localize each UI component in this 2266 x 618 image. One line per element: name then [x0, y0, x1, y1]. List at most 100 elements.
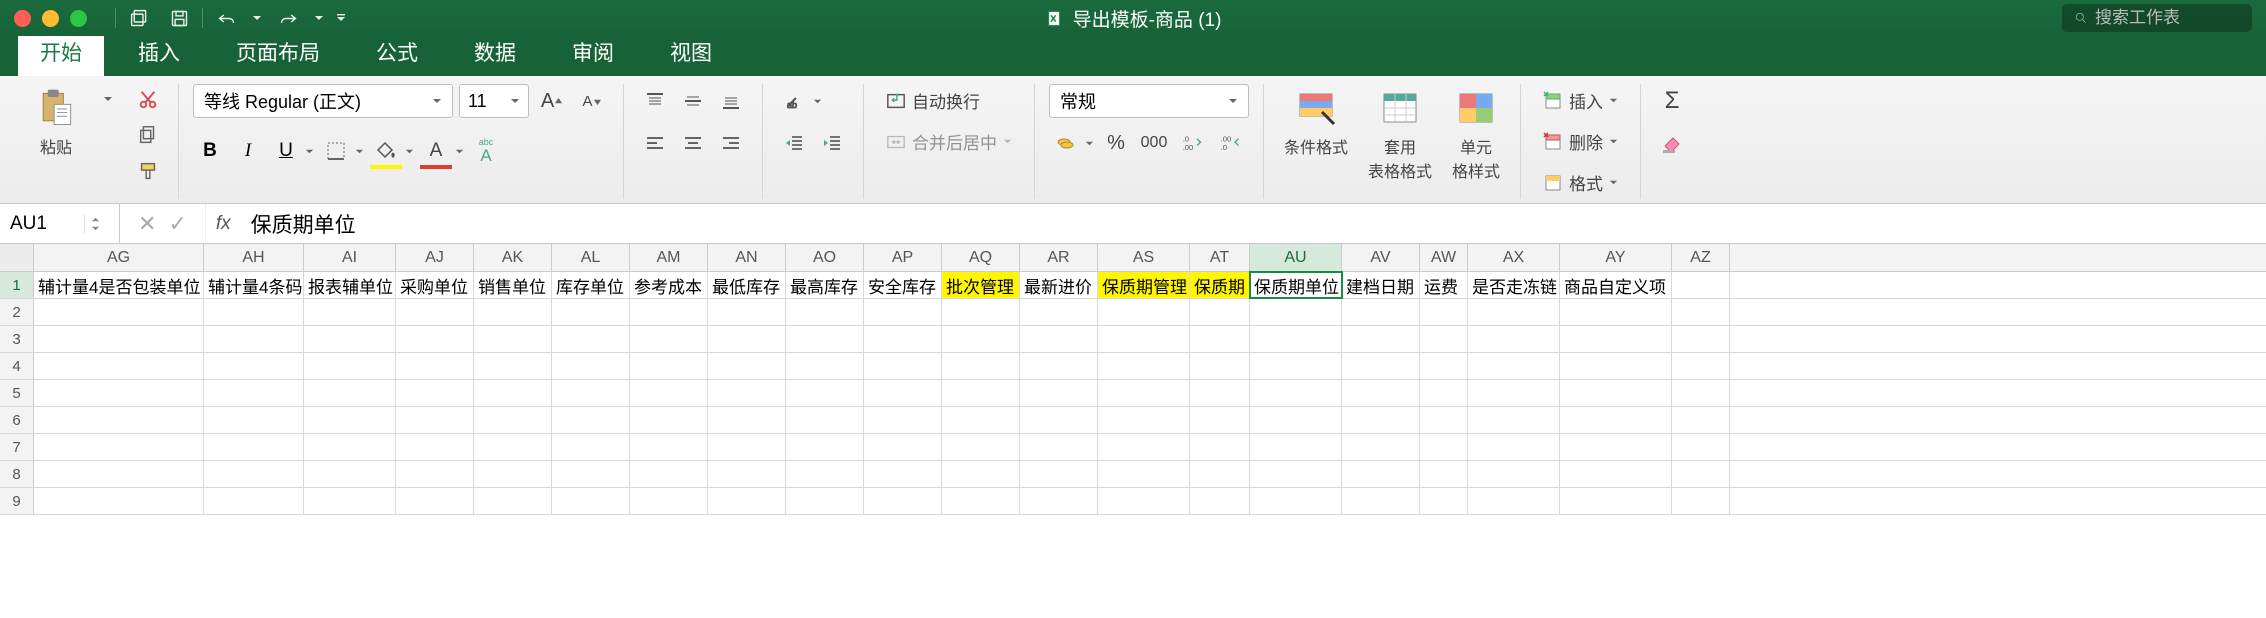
minimize-window-icon[interactable]	[42, 10, 59, 27]
cell-AR5[interactable]	[1020, 380, 1098, 406]
cell-AP3[interactable]	[864, 326, 942, 352]
cell-AY3[interactable]	[1560, 326, 1672, 352]
cell-AM1[interactable]: 参考成本	[630, 272, 708, 298]
cell-AO4[interactable]	[786, 353, 864, 379]
cell-AS3[interactable]	[1098, 326, 1190, 352]
align-left-button[interactable]	[638, 126, 672, 160]
row-header-2[interactable]: 2	[0, 299, 34, 325]
cell-AG7[interactable]	[34, 434, 204, 460]
cell-AT2[interactable]	[1190, 299, 1250, 325]
cell-AY6[interactable]	[1560, 407, 1672, 433]
cell-AG9[interactable]	[34, 488, 204, 514]
currency-button[interactable]	[1049, 126, 1095, 160]
align-right-button[interactable]	[714, 126, 748, 160]
cell-AS9[interactable]	[1098, 488, 1190, 514]
cell-AX6[interactable]	[1468, 407, 1560, 433]
cell-AZ1[interactable]	[1672, 272, 1730, 298]
cell-AP8[interactable]	[864, 461, 942, 487]
cell-AZ8[interactable]	[1672, 461, 1730, 487]
clear-button[interactable]	[1655, 126, 1689, 160]
cell-AM3[interactable]	[630, 326, 708, 352]
cell-AG1[interactable]: 辅计量4是否包装单位	[34, 272, 204, 298]
cell-AL6[interactable]	[552, 407, 630, 433]
cell-AP4[interactable]	[864, 353, 942, 379]
cell-AZ4[interactable]	[1672, 353, 1730, 379]
cell-AJ2[interactable]	[396, 299, 474, 325]
cell-AK3[interactable]	[474, 326, 552, 352]
cell-AQ8[interactable]	[942, 461, 1020, 487]
cell-AX2[interactable]	[1468, 299, 1560, 325]
cell-AU4[interactable]	[1250, 353, 1342, 379]
cell-AH3[interactable]	[204, 326, 304, 352]
cell-AO5[interactable]	[786, 380, 864, 406]
cell-AQ5[interactable]	[942, 380, 1020, 406]
cell-AY4[interactable]	[1560, 353, 1672, 379]
cell-AY1[interactable]: 商品自定义项	[1560, 272, 1672, 298]
cell-AN2[interactable]	[708, 299, 786, 325]
cell-AK7[interactable]	[474, 434, 552, 460]
cell-AO7[interactable]	[786, 434, 864, 460]
cell-AS1[interactable]: 保质期管理	[1098, 272, 1190, 298]
cell-AJ9[interactable]	[396, 488, 474, 514]
cell-AK5[interactable]	[474, 380, 552, 406]
paste-button[interactable]: 粘贴	[28, 84, 84, 160]
col-header-AO[interactable]: AO	[786, 244, 864, 271]
cell-AQ4[interactable]	[942, 353, 1020, 379]
cell-AU2[interactable]	[1250, 299, 1342, 325]
col-header-AQ[interactable]: AQ	[942, 244, 1020, 271]
cell-AJ5[interactable]	[396, 380, 474, 406]
cell-AM2[interactable]	[630, 299, 708, 325]
cell-AS5[interactable]	[1098, 380, 1190, 406]
cell-AH5[interactable]	[204, 380, 304, 406]
cell-AN5[interactable]	[708, 380, 786, 406]
cell-AM9[interactable]	[630, 488, 708, 514]
cell-AR7[interactable]	[1020, 434, 1098, 460]
cell-AY8[interactable]	[1560, 461, 1672, 487]
col-header-AS[interactable]: AS	[1098, 244, 1190, 271]
cell-AX5[interactable]	[1468, 380, 1560, 406]
comma-button[interactable]: 000	[1137, 126, 1171, 160]
font-size-select[interactable]: 11	[459, 84, 529, 118]
paste-dropdown[interactable]	[92, 84, 124, 114]
cell-AX3[interactable]	[1468, 326, 1560, 352]
save-dup-button[interactable]	[122, 5, 156, 31]
cell-AK9[interactable]	[474, 488, 552, 514]
cell-AW4[interactable]	[1420, 353, 1468, 379]
cell-AM5[interactable]	[630, 380, 708, 406]
decrease-decimal-button[interactable]: .00.0	[1213, 126, 1247, 160]
col-header-AG[interactable]: AG	[34, 244, 204, 271]
cell-AS8[interactable]	[1098, 461, 1190, 487]
cell-AZ3[interactable]	[1672, 326, 1730, 352]
cell-AP1[interactable]: 安全库存	[864, 272, 942, 298]
cell-AN3[interactable]	[708, 326, 786, 352]
name-box[interactable]	[0, 204, 120, 243]
cell-AK1[interactable]: 销售单位	[474, 272, 552, 298]
cell-AO8[interactable]	[786, 461, 864, 487]
fill-color-button[interactable]	[369, 134, 415, 168]
wrap-text-button[interactable]: 自动换行	[878, 84, 1020, 117]
align-middle-button[interactable]	[676, 84, 710, 118]
cell-AI5[interactable]	[304, 380, 396, 406]
cell-AP9[interactable]	[864, 488, 942, 514]
cell-AX9[interactable]	[1468, 488, 1560, 514]
cell-AW5[interactable]	[1420, 380, 1468, 406]
col-header-AY[interactable]: AY	[1560, 244, 1672, 271]
cell-AP2[interactable]	[864, 299, 942, 325]
table-format-button[interactable]: 套用 表格格式	[1362, 84, 1438, 184]
border-button[interactable]	[319, 134, 365, 168]
cell-AJ1[interactable]: 采购单位	[396, 272, 474, 298]
redo-dropdown[interactable]	[311, 5, 327, 31]
cell-AN4[interactable]	[708, 353, 786, 379]
col-header-AL[interactable]: AL	[552, 244, 630, 271]
cell-AW7[interactable]	[1420, 434, 1468, 460]
cell-AH7[interactable]	[204, 434, 304, 460]
cell-AY5[interactable]	[1560, 380, 1672, 406]
cell-AV6[interactable]	[1342, 407, 1420, 433]
cell-AT9[interactable]	[1190, 488, 1250, 514]
cell-AW2[interactable]	[1420, 299, 1468, 325]
cell-AX4[interactable]	[1468, 353, 1560, 379]
cell-AW8[interactable]	[1420, 461, 1468, 487]
align-top-button[interactable]	[638, 84, 672, 118]
cell-AS2[interactable]	[1098, 299, 1190, 325]
cell-AN7[interactable]	[708, 434, 786, 460]
